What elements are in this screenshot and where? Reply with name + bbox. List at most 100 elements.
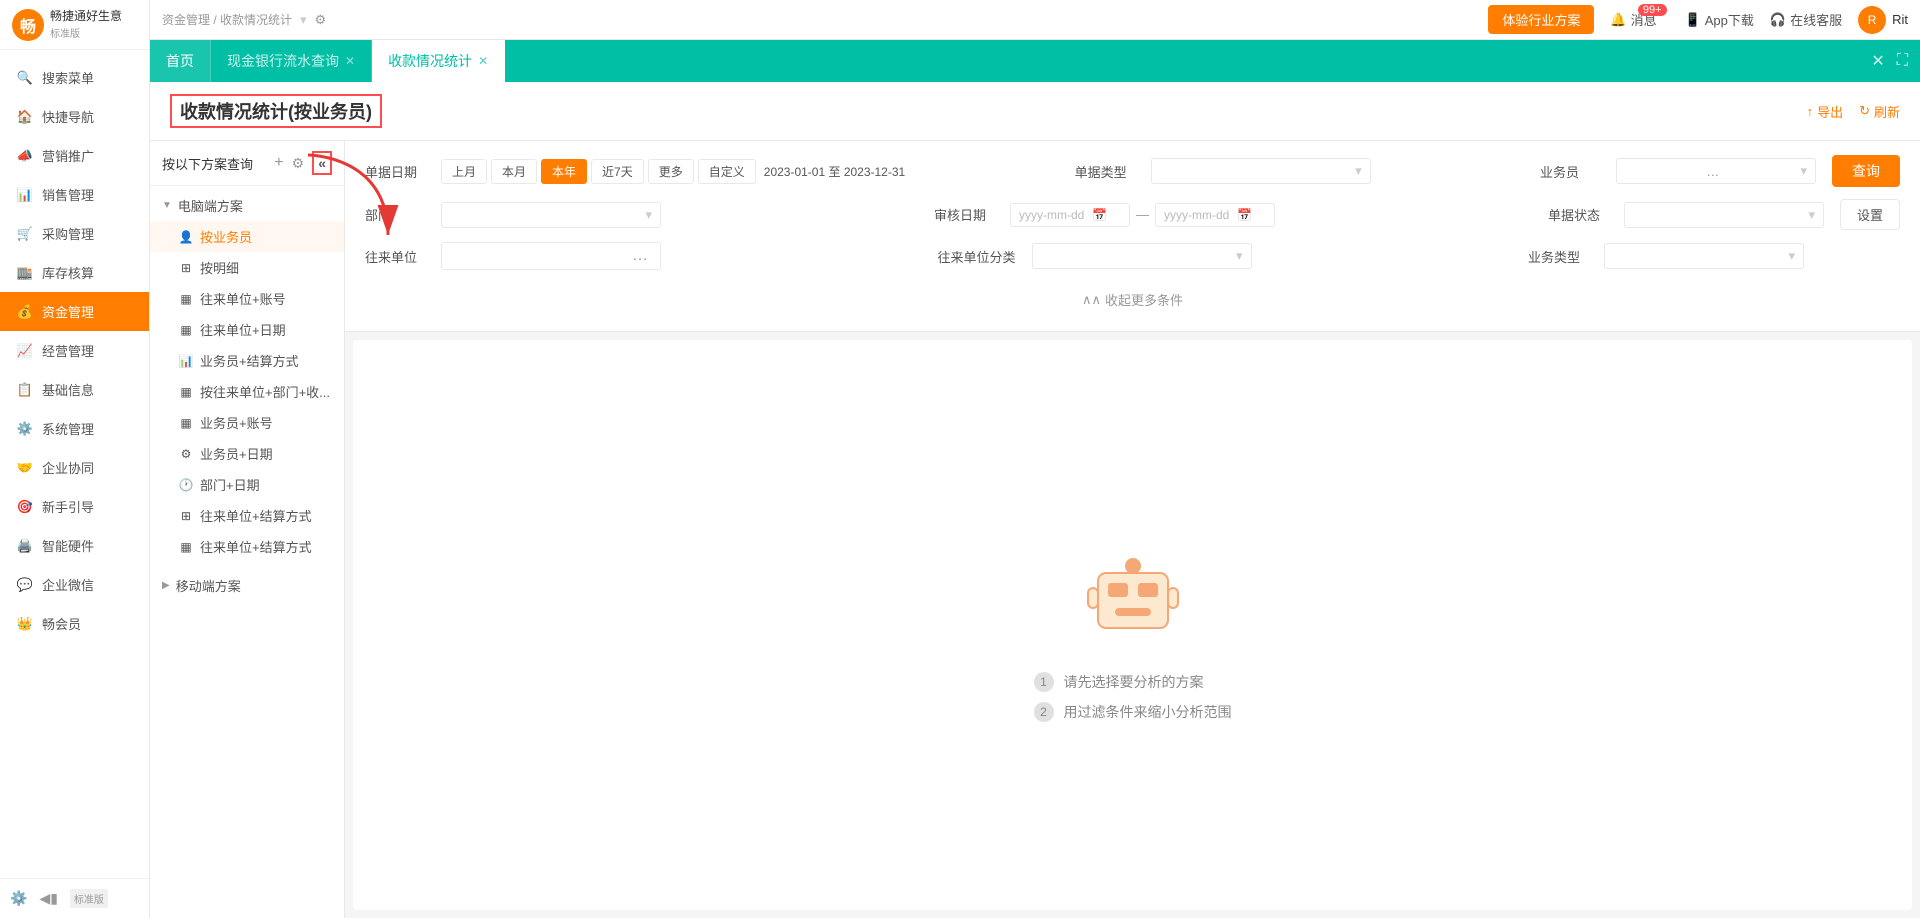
desktop-group-header[interactable]: ▼ 电脑端方案: [150, 190, 344, 221]
tab-bar: 首页 现金银行流水查询 ✕ 收款情况统计 ✕ ✕ ⛶: [150, 40, 1920, 82]
sidebar-item-hardware[interactable]: 🖨️ 智能硬件: [0, 526, 149, 565]
date-btn-this-year[interactable]: 本年: [541, 159, 587, 184]
audit-date-start-input[interactable]: yyyy-mm-dd 📅: [1010, 203, 1130, 227]
plan-item-salesperson-date[interactable]: ⚙ 业务员+日期: [150, 438, 344, 469]
biz-type-label: 业务类型: [1528, 247, 1588, 266]
audit-date-group: yyyy-mm-dd 📅 — yyyy-mm-dd 📅: [1010, 203, 1275, 227]
plan-item-dept-date[interactable]: 🕐 部门+日期: [150, 469, 344, 500]
table-icon-4: ▦: [178, 415, 194, 431]
doc-status-select[interactable]: ▾: [1624, 202, 1824, 228]
grid-icon: ⊞: [178, 260, 194, 276]
plan-item-partner-date[interactable]: ▦ 往来单位+日期: [150, 314, 344, 345]
close-window-icon[interactable]: ✕: [1871, 51, 1884, 71]
purchase-icon: 🛒: [16, 225, 34, 243]
tab-home[interactable]: 首页: [150, 40, 211, 82]
empty-step-2: 2 用过滤条件来缩小分析范围: [1034, 702, 1232, 722]
user-avatar[interactable]: R Rit: [1858, 6, 1908, 34]
audit-date-label: 审核日期: [934, 205, 994, 224]
partner-type-select[interactable]: ▾: [1032, 243, 1252, 269]
doc-status-chevron-icon: ▾: [1808, 207, 1815, 223]
page-title: 收款情况统计(按业务员): [170, 94, 382, 128]
sidebar-item-sales[interactable]: 📊 销售管理: [0, 175, 149, 214]
calendar-start-icon[interactable]: 📅: [1092, 208, 1107, 222]
collapse-sidebar-icon[interactable]: ◀▮: [39, 890, 57, 907]
refresh-button[interactable]: ↻ 刷新: [1859, 102, 1900, 121]
settings-icon-header[interactable]: ⚙: [315, 12, 327, 28]
grid-icon-2: ⊞: [178, 508, 194, 524]
table-icon-1: ▦: [178, 291, 194, 307]
sidebar-item-operations[interactable]: 📈 经营管理: [0, 331, 149, 370]
biz-type-select[interactable]: ▾: [1604, 243, 1804, 269]
sidebar-item-guide[interactable]: 🎯 新手引导: [0, 487, 149, 526]
sidebar-item-member[interactable]: 👑 畅会员: [0, 604, 149, 643]
step-1-text: 请先选择要分析的方案: [1064, 672, 1204, 692]
partner-select[interactable]: …: [441, 242, 661, 270]
tab-receipt-close[interactable]: ✕: [478, 54, 488, 68]
sidebar-item-system[interactable]: ⚙️ 系统管理: [0, 409, 149, 448]
add-plan-icon[interactable]: +: [274, 154, 283, 172]
date-btn-more[interactable]: 更多: [648, 159, 694, 184]
doc-type-select[interactable]: ▾: [1151, 158, 1371, 184]
date-btn-7days[interactable]: 近7天: [591, 159, 644, 184]
date-btn-this-month[interactable]: 本月: [491, 159, 537, 184]
search-icon: 🔍: [16, 69, 34, 87]
doc-status-label: 单据状态: [1548, 205, 1608, 224]
plan-item-salesperson-account[interactable]: ▦ 业务员+账号: [150, 407, 344, 438]
mobile-group-header[interactable]: ▶ 移动端方案: [150, 570, 344, 601]
tab-bank-flow-close[interactable]: ✕: [345, 54, 355, 68]
sidebar-item-enterprise[interactable]: 🤝 企业协同: [0, 448, 149, 487]
message-button[interactable]: 🔔 消息 99+: [1610, 10, 1656, 29]
query-button[interactable]: 查询: [1832, 155, 1900, 187]
plan-item-partner-settle2[interactable]: ▦ 往来单位+结算方式: [150, 531, 344, 562]
sidebar-item-finance[interactable]: 💰 资金管理: [0, 292, 149, 331]
filter-row-1: 单据日期 上月 本月 本年 近7天 更多 自定义 2023-01-01 至 20…: [365, 155, 1900, 187]
sidebar-item-wechat[interactable]: 💬 企业微信: [0, 565, 149, 604]
trial-button[interactable]: 体验行业方案: [1488, 5, 1594, 34]
export-button[interactable]: ↑ 导出: [1807, 102, 1844, 121]
sidebar-item-basic[interactable]: 📋 基础信息: [0, 370, 149, 409]
collapse-panel-icon[interactable]: «: [312, 151, 332, 175]
top-header: 资金管理 / 收款情况统计 ▾ ⚙ 体验行业方案 🔔 消息 99+ 📱 App下…: [150, 0, 1920, 40]
settings-icon[interactable]: ⚙️: [10, 890, 27, 907]
panel-title: 按以下方案查询: [162, 154, 266, 173]
calendar-end-icon[interactable]: 📅: [1237, 208, 1252, 222]
sidebar-item-quicknav[interactable]: 🏠 快捷导航: [0, 97, 149, 136]
gear-plan-icon[interactable]: ⚙: [292, 155, 305, 172]
message-badge: 99+: [1638, 4, 1667, 16]
megaphone-icon: 📣: [16, 147, 34, 165]
sidebar-item-purchase[interactable]: 🛒 采购管理: [0, 214, 149, 253]
partner-dots-icon[interactable]: …: [632, 247, 648, 265]
app-download-button[interactable]: 📱 App下载: [1685, 10, 1754, 29]
sidebar-item-inventory[interactable]: 🏬 库存核算: [0, 253, 149, 292]
maximize-icon[interactable]: ⛶: [1897, 52, 1908, 70]
mobile-group-label: 移动端方案: [176, 576, 241, 595]
online-service-button[interactable]: 🎧 在线客服: [1770, 10, 1842, 29]
logo-area: 畅 畅捷通好生意 标准版: [0, 0, 149, 50]
plan-item-salesperson-settle[interactable]: 📊 业务员+结算方式: [150, 345, 344, 376]
collapse-filters-button[interactable]: ∧∧ 收起更多条件: [365, 282, 1900, 317]
doc-type-label: 单据类型: [1075, 162, 1135, 181]
tab-receipt-stats[interactable]: 收款情况统计 ✕: [372, 40, 505, 82]
plan-item-partner-settle1[interactable]: ⊞ 往来单位+结算方式: [150, 500, 344, 531]
chevron-down-icon[interactable]: ▾: [300, 12, 307, 28]
dept-chevron-icon: ▾: [645, 207, 652, 223]
dept-select[interactable]: ▾: [441, 202, 661, 228]
home-icon: 🏠: [16, 108, 34, 126]
sidebar-item-search[interactable]: 🔍 搜索菜单: [0, 58, 149, 97]
salesperson-dots[interactable]: …: [1706, 164, 1719, 179]
plan-item-partner-dept-recv[interactable]: ▦ 按往来单位+部门+收...: [150, 376, 344, 407]
audit-date-end-input[interactable]: yyyy-mm-dd 📅: [1155, 203, 1275, 227]
setting-button[interactable]: 设置: [1840, 199, 1900, 230]
plan-item-partner-account[interactable]: ▦ 往来单位+账号: [150, 283, 344, 314]
receipt-stats-label: 收款情况统计: [388, 51, 472, 71]
plan-item-by-detail[interactable]: ⊞ 按明细: [150, 252, 344, 283]
date-btn-custom[interactable]: 自定义: [698, 159, 756, 184]
gear-icon-plan: ⚙: [178, 446, 194, 462]
tab-bank-flow[interactable]: 现金银行流水查询 ✕: [211, 40, 372, 82]
plan-item-by-salesperson[interactable]: 👤 按业务员: [150, 221, 344, 252]
sidebar-item-marketing[interactable]: 📣 营销推广: [0, 136, 149, 175]
salesperson-select[interactable]: … ▾: [1616, 158, 1816, 184]
date-btn-last-month[interactable]: 上月: [441, 159, 487, 184]
sidebar: 畅 畅捷通好生意 标准版 🔍 搜索菜单 🏠 快捷导航 📣 营销推广 📊 销售管理…: [0, 0, 150, 918]
clock-icon: 🕐: [178, 477, 194, 493]
